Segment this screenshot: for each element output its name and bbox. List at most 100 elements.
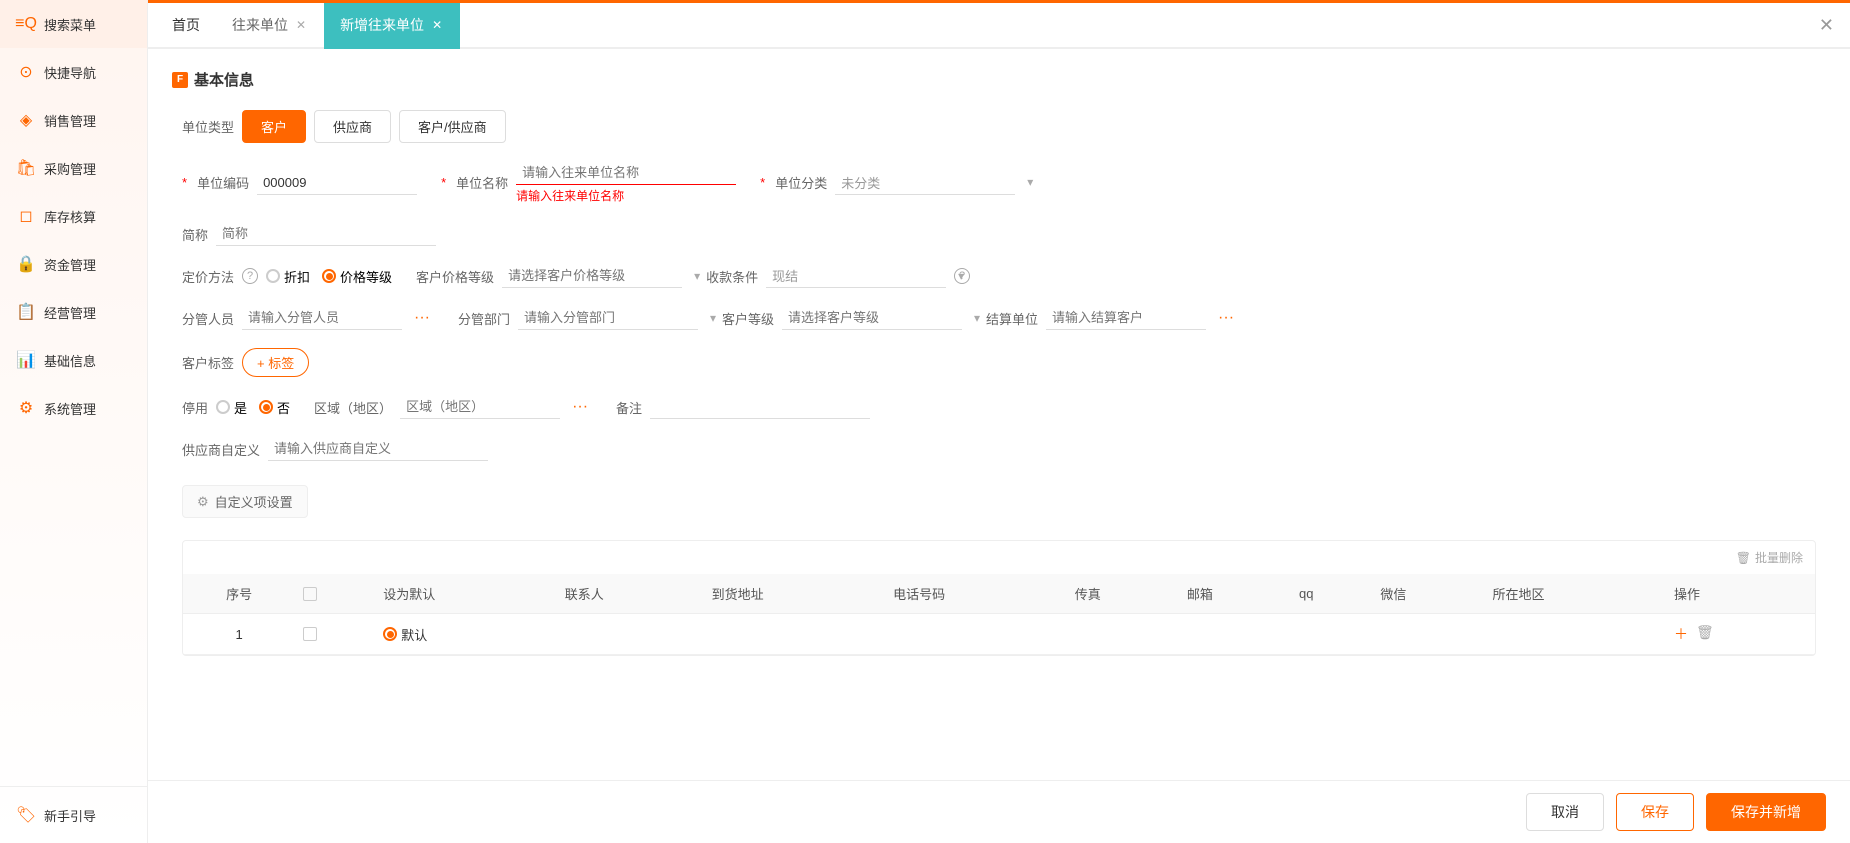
tag-add-button[interactable]: + 标签	[242, 348, 309, 377]
sidebar-item-operations-label: 经营管理	[44, 303, 96, 322]
row-fax	[1067, 614, 1179, 655]
abbr-group: 简称	[182, 222, 436, 246]
unit-category-input[interactable]	[835, 171, 1023, 194]
manager-dots[interactable]: ···	[410, 309, 434, 327]
sidebar-item-operations[interactable]: 📋 经营管理	[0, 288, 147, 336]
disabled-yes-label: 是	[234, 398, 247, 417]
row-seq: 1	[183, 614, 295, 655]
disabled-no-label: 否	[277, 398, 290, 417]
unit-name-input[interactable]	[516, 161, 736, 185]
supplier-custom-input[interactable]	[268, 437, 488, 461]
row-checkbox[interactable]	[303, 627, 317, 641]
cancel-button[interactable]: 取消	[1526, 793, 1604, 831]
customer-price-arrow: ▾	[690, 269, 704, 283]
unit-category-group: * 单位分类 ▾	[760, 171, 1015, 195]
dept-input[interactable]	[518, 306, 706, 329]
supplier-custom-row: 供应商自定义	[182, 437, 1816, 461]
finance-icon: 🔒	[16, 254, 36, 274]
tab-bar: 首页 往来单位 ✕ 新增往来单位 ✕ ✕	[148, 3, 1850, 49]
abbr-input[interactable]	[216, 222, 436, 246]
settlement-dots[interactable]: ···	[1214, 309, 1238, 327]
sidebar-item-purchase[interactable]: 🛍 采购管理	[0, 144, 147, 192]
pricing-discount-radio[interactable]	[266, 269, 280, 283]
unit-type-buttons: 客户 供应商 客户/供应商	[242, 110, 506, 143]
disabled-yes[interactable]: 是	[216, 398, 247, 417]
tab-partners-close[interactable]: ✕	[294, 16, 308, 34]
close-all-button[interactable]: ✕	[1811, 15, 1842, 36]
pricing-row: 定价方法 ? 折扣 价格等级	[182, 264, 1816, 288]
pricing-level-radio[interactable]	[322, 269, 336, 283]
unit-category-select[interactable]: ▾	[835, 171, 1015, 195]
disabled-no-radio[interactable]	[259, 400, 273, 414]
row-default-radio-circle[interactable]	[383, 627, 397, 641]
manager-row: 分管人员 ··· 分管部门 ▾ 客户等级 ▾	[182, 306, 1816, 330]
sidebar-item-inventory[interactable]: ◻ 库存核算	[0, 192, 147, 240]
col-email: 邮箱	[1179, 574, 1291, 614]
search-menu-icon: ≡Q	[16, 14, 36, 34]
disabled-no[interactable]: 否	[259, 398, 290, 417]
btn-customer[interactable]: 客户	[242, 110, 306, 143]
payment-terms-help[interactable]: ?	[954, 268, 970, 284]
btn-both[interactable]: 客户/供应商	[399, 110, 506, 143]
col-seq: 序号	[183, 574, 295, 614]
sidebar-item-guide[interactable]: 🏷 新手引导	[0, 795, 147, 835]
manager-input[interactable]	[242, 306, 402, 330]
customer-price-label: 客户价格等级	[416, 267, 494, 286]
tab-partners[interactable]: 往来单位 ✕	[216, 3, 324, 49]
remarks-input[interactable]	[650, 395, 870, 419]
gear-icon: ⚙	[197, 494, 209, 510]
sidebar-item-basic-info-label: 基础信息	[44, 351, 96, 370]
pricing-discount-label: 折扣	[284, 267, 310, 286]
pricing-help-icon[interactable]: ?	[242, 268, 258, 284]
payment-terms-select[interactable]: ▾	[766, 264, 946, 288]
unit-name-error: 请输入往来单位名称	[516, 187, 736, 204]
unit-code-required: *	[182, 175, 187, 190]
disabled-yes-radio[interactable]	[216, 400, 230, 414]
row-delete-icon[interactable]: 🗑	[1696, 624, 1714, 644]
tab-new-partner-close[interactable]: ✕	[430, 16, 444, 34]
customer-level-input[interactable]	[782, 306, 970, 329]
select-all-checkbox[interactable]	[303, 587, 317, 601]
pricing-group: 定价方法 ? 折扣 价格等级	[182, 267, 392, 286]
unit-category-arrow: ▾	[1023, 175, 1037, 189]
tab-home[interactable]: 首页	[156, 3, 216, 49]
main-area: 首页 往来单位 ✕ 新增往来单位 ✕ ✕ F 基本信息 单位类型 客户 供应商	[148, 0, 1850, 843]
unit-code-input[interactable]	[257, 171, 417, 195]
customer-price-input[interactable]	[502, 264, 690, 287]
row-address	[704, 614, 886, 655]
settlement-input[interactable]	[1046, 306, 1206, 330]
col-wechat: 微信	[1372, 574, 1484, 614]
payment-terms-input[interactable]	[766, 264, 954, 287]
row-default: 默认	[375, 614, 557, 655]
pricing-level[interactable]: 价格等级	[322, 267, 392, 286]
save-button[interactable]: 保存	[1616, 793, 1694, 831]
dept-select[interactable]: ▾	[518, 306, 698, 330]
row-add-icon[interactable]: ＋	[1674, 624, 1688, 644]
sidebar-item-basic-info[interactable]: 📊 基础信息	[0, 336, 147, 384]
custom-settings-button[interactable]: ⚙ 自定义项设置	[182, 485, 308, 518]
tag-row: 客户标签 + 标签	[182, 348, 1816, 377]
customer-price-select[interactable]: ▾	[502, 264, 682, 288]
unit-code-group: * 单位编码	[182, 171, 417, 195]
tab-new-partner[interactable]: 新增往来单位 ✕	[324, 3, 460, 49]
sidebar-item-sales[interactable]: ◈ 销售管理	[0, 96, 147, 144]
batch-delete-button[interactable]: 🗑 批量删除	[1736, 549, 1803, 566]
region-input[interactable]	[400, 395, 560, 419]
disabled-no-dot	[263, 404, 270, 411]
settlement-label: 结算单位	[986, 309, 1038, 328]
sidebar-item-search[interactable]: ≡Q 搜索菜单	[0, 0, 147, 48]
action-icons: ＋ 🗑	[1674, 624, 1807, 644]
sidebar-item-finance[interactable]: 🔒 资金管理	[0, 240, 147, 288]
payment-terms-group: 收款条件 ▾ ?	[706, 264, 970, 288]
pricing-discount[interactable]: 折扣	[266, 267, 310, 286]
contacts-table-area: 🗑 批量删除 序号 设为默认 联系人 到货地址 电话号码 传真	[182, 540, 1816, 656]
region-dots[interactable]: ···	[568, 398, 592, 416]
customer-level-select[interactable]: ▾	[782, 306, 962, 330]
customer-level-label: 客户等级	[722, 309, 774, 328]
row-default-radio[interactable]: 默认	[383, 625, 549, 644]
sidebar-item-system[interactable]: ⚙ 系统管理	[0, 384, 147, 432]
sidebar-item-quick-nav[interactable]: ⊙ 快捷导航	[0, 48, 147, 96]
sidebar-item-guide-label: 新手引导	[44, 806, 96, 825]
btn-supplier[interactable]: 供应商	[314, 110, 391, 143]
save-new-button[interactable]: 保存并新增	[1706, 793, 1826, 831]
